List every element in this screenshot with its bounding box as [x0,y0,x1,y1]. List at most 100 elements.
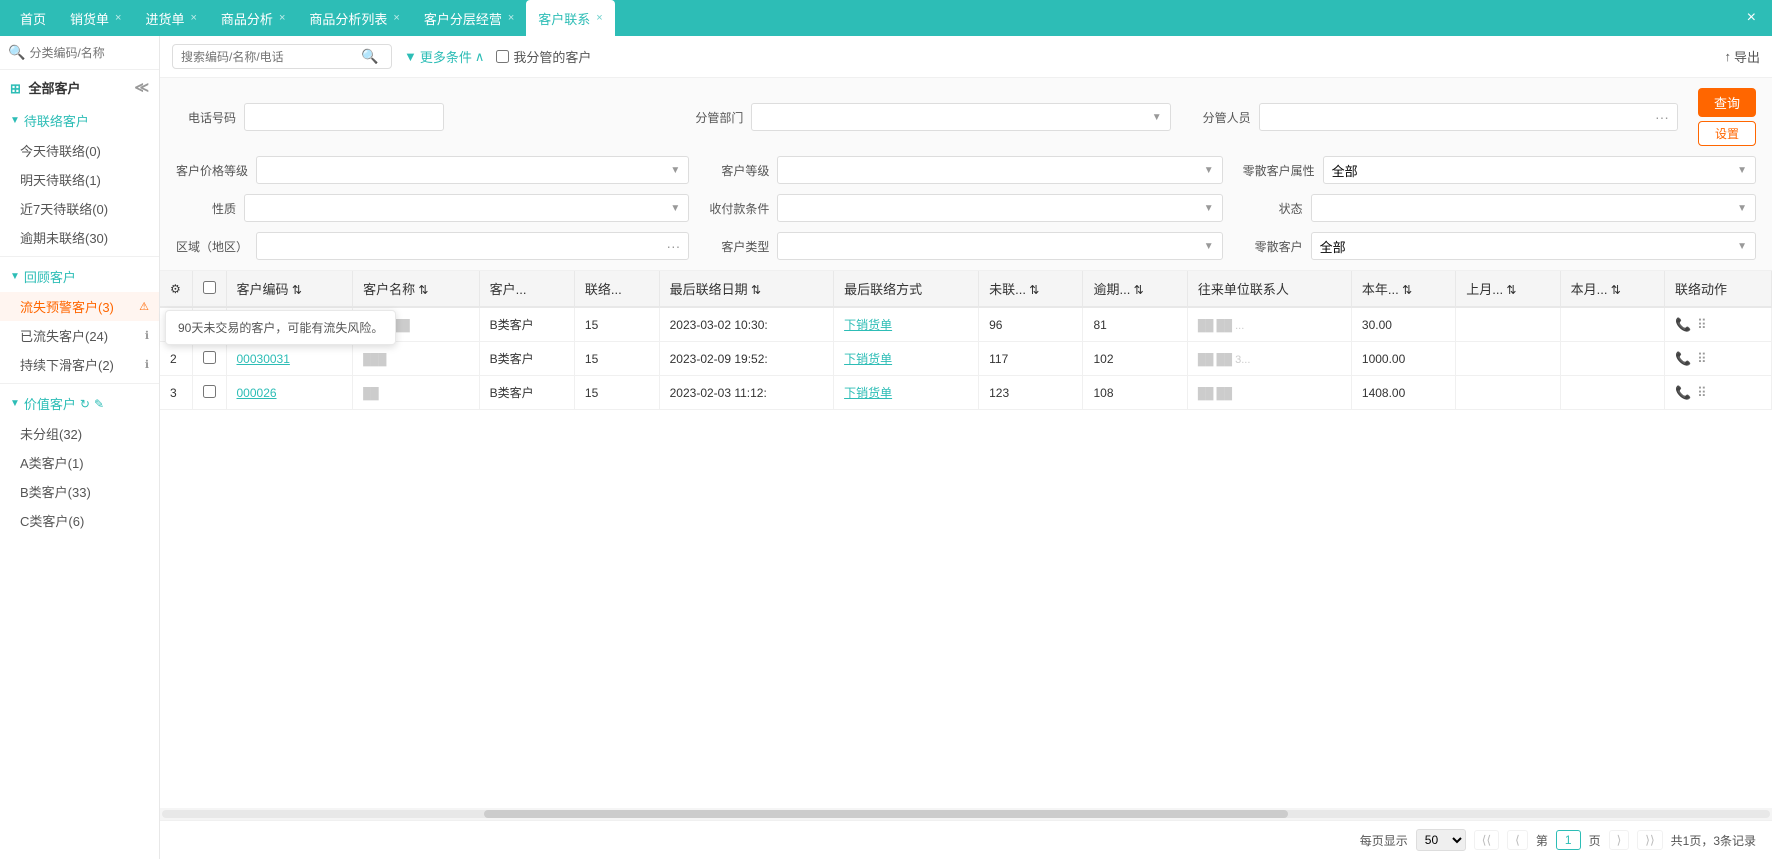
area-dots-icon[interactable]: ··· [666,238,680,254]
more-conditions-btn[interactable]: ▼ 更多条件 ∧ [404,47,484,66]
row1-actions[interactable]: 📞 ⠿ [1664,307,1771,342]
zero-customer-select[interactable]: 全部 ▼ [1311,232,1756,260]
sidebar-item-7days[interactable]: 近7天待联络(0) [0,194,159,223]
sidebar-item-declining[interactable]: 持续下滑客户(2) ℹ [0,350,159,379]
row3-last-method[interactable]: 下销货单 [834,376,979,410]
col-last-method[interactable]: 最后联络方式 [834,271,979,307]
nav-tab-analysis[interactable]: 商品分析 × [209,0,297,36]
col-person[interactable]: 往来单位联系人 [1187,271,1351,307]
col-contact-count[interactable]: 联络... [574,271,659,307]
row2-checkbox[interactable] [192,342,226,376]
prev-page-btn[interactable]: ⟨ [1507,830,1528,850]
close-purchase-tab[interactable]: × [190,12,196,24]
sidebar-item-churned[interactable]: 已流失客户(24) ℹ [0,321,159,350]
customer-level-select[interactable]: ▼ [777,156,1222,184]
col-last-month[interactable]: 上月... ⇅ [1456,271,1560,307]
close-sales-tab[interactable]: × [115,12,121,24]
sidebar-item-tomorrow[interactable]: 明天待联络(1) [0,165,159,194]
last-page-btn[interactable]: ⟩⟩ [1637,830,1662,850]
nav-tab-analysis-list[interactable]: 商品分析列表 × [297,0,411,36]
settings-button[interactable]: 设置 [1698,121,1756,146]
manager-dots-icon[interactable]: ··· [1655,109,1669,125]
sidebar-search-icon: 🔍 [8,44,25,61]
col-checkbox[interactable] [192,271,226,307]
sidebar-item-a-class[interactable]: A类客户(1) [0,448,159,477]
col-name[interactable]: 客户名称 ⇅ [353,271,480,307]
col-last-date[interactable]: 最后联络日期 ⇅ [659,271,833,307]
nav-tab-sales[interactable]: 销货单 × [58,0,133,36]
col-this-month[interactable]: 本月... ⇅ [1560,271,1664,307]
edit-icon-value[interactable]: ✎ [94,397,104,411]
col-year-amount[interactable]: 本年... ⇅ [1351,271,1455,307]
row2-actions[interactable]: 📞 ⠿ [1664,342,1771,376]
col-settings[interactable]: ⚙ [160,271,192,307]
col-not-contact[interactable]: 未联... ⇅ [979,271,1083,307]
customer-type-select[interactable]: ▼ [777,232,1222,260]
row3-code[interactable]: 000026 [226,376,353,410]
zero-attr-select[interactable]: 全部 ▼ [1323,156,1756,184]
all-customers-header[interactable]: ⊞ 全部客户 ≪ [0,70,159,105]
sidebar-item-churn-warning[interactable]: 流失预警客户(3) ⚠ [0,292,159,321]
row3-action-more-icon[interactable]: ⠿ [1697,385,1707,401]
nav-tab-purchase[interactable]: 进货单 × [133,0,208,36]
query-button[interactable]: 查询 [1698,88,1756,117]
nav-tab-customer-layer[interactable]: 客户分层经营 × [412,0,526,36]
horizontal-scrollbar[interactable] [160,808,1772,820]
row2-select[interactable] [203,351,216,364]
sidebar-item-b-class[interactable]: B类客户(33) [0,477,159,506]
row1-action-phone-icon[interactable]: 📞 [1675,317,1691,333]
sidebar-item-today[interactable]: 今天待联络(0) [0,136,159,165]
page-size-select[interactable]: 50 100 200 [1416,829,1466,851]
sidebar-item-overdue-contact[interactable]: 逾期未联络(30) [0,223,159,252]
row2-action-phone-icon[interactable]: 📞 [1675,351,1691,367]
row2-last-method[interactable]: 下销货单 [834,342,979,376]
refresh-icon-value[interactable]: ↻ [80,397,90,411]
collapse-icon[interactable]: ≪ [134,79,149,96]
scrollbar-track[interactable] [162,810,1770,818]
close-analysis-list-tab[interactable]: × [393,12,399,24]
nature-select[interactable]: ▼ [244,194,689,222]
sidebar-item-c-class[interactable]: C类客户(6) [0,506,159,535]
my-customers-checkbox-label[interactable]: 我分管的客户 [496,47,591,66]
row1-action-more-icon[interactable]: ⠿ [1697,317,1707,333]
search-input[interactable] [181,50,361,64]
nav-tab-customer-contact[interactable]: 客户联系 × [526,0,614,36]
phone-input[interactable] [244,103,444,131]
price-level-select[interactable]: ▼ [256,156,689,184]
area-select[interactable]: ··· [256,232,689,260]
search-button[interactable]: 🔍 [361,48,378,65]
row1-last-method[interactable]: 下销货单 [834,307,979,342]
sidebar-search-input[interactable] [29,46,160,60]
row3-actions[interactable]: 📞 ⠿ [1664,376,1771,410]
section-value-customers[interactable]: ▼ 价值客户 ↻ ✎ [0,388,159,419]
nav-home[interactable]: 首页 [8,0,58,36]
col-overdue[interactable]: 逾期... ⇅ [1083,271,1187,307]
sidebar-item-ungrouped[interactable]: 未分组(32) [0,419,159,448]
next-page-btn[interactable]: ⟩ [1609,830,1630,850]
row3-action-phone-icon[interactable]: 📞 [1675,385,1691,401]
dept-select[interactable]: ▼ [751,103,1170,131]
scrollbar-thumb[interactable] [484,810,1288,818]
my-customers-checkbox[interactable] [496,50,509,63]
status-select[interactable]: ▼ [1311,194,1756,222]
export-button[interactable]: ↑ 导出 [1724,47,1760,66]
section-review-customers[interactable]: ▼ 回顾客户 [0,261,159,292]
row3-select[interactable] [203,385,216,398]
row2-code[interactable]: 00030031 [226,342,353,376]
zero-customer-arrow-icon: ▼ [1737,241,1747,252]
close-customer-layer-tab[interactable]: × [508,12,514,24]
close-analysis-tab[interactable]: × [279,12,285,24]
row3-checkbox[interactable] [192,376,226,410]
search-input-wrapper: 🔍 [172,44,392,69]
first-page-btn[interactable]: ⟨⟨ [1474,830,1499,850]
manager-select[interactable]: ··· [1259,103,1678,131]
select-all-checkbox[interactable] [203,281,216,294]
top-nav: 首页 销货单 × 进货单 × 商品分析 × 商品分析列表 × 客户分层经营 × … [0,0,1772,36]
close-all-button[interactable]: × [1739,9,1764,27]
row2-action-more-icon[interactable]: ⠿ [1697,351,1707,367]
col-level[interactable]: 客户... [479,271,574,307]
section-pending-contact[interactable]: ▼ 待联络客户 [0,105,159,136]
col-code[interactable]: 客户编码 ⇅ [226,271,353,307]
close-customer-contact-tab[interactable]: × [596,12,602,24]
payment-select[interactable]: ▼ [777,194,1222,222]
